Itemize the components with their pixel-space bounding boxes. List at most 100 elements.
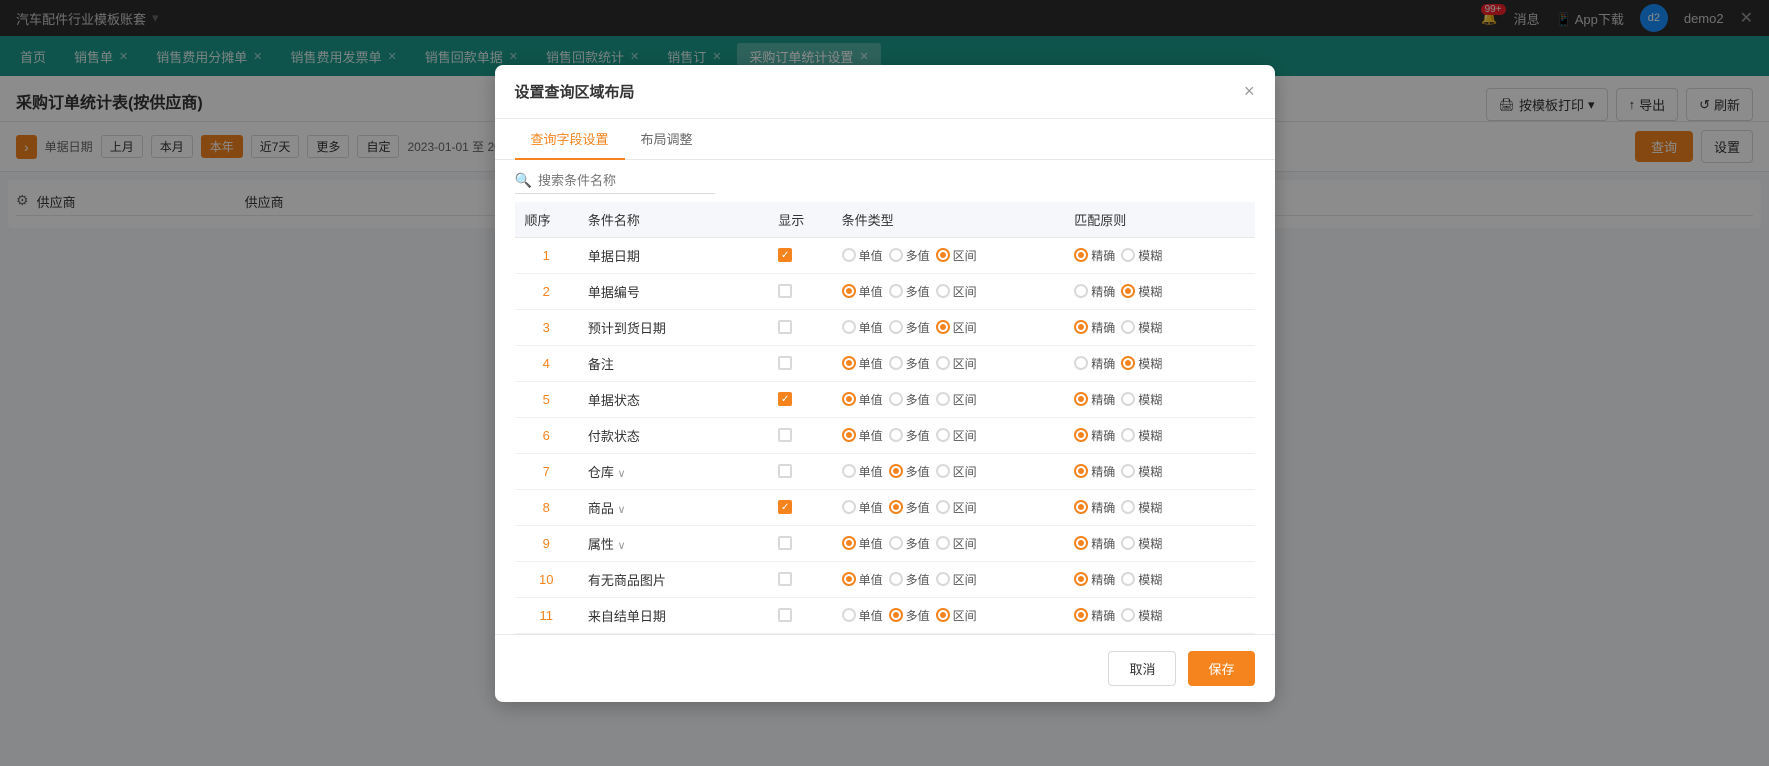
- radio-multi[interactable]: [889, 284, 903, 298]
- radio-multi[interactable]: [889, 320, 903, 334]
- dialog-tab-layout[interactable]: 布局调整: [625, 119, 709, 160]
- radio-range[interactable]: [936, 428, 950, 442]
- radio-match-fuzzy[interactable]: [1121, 608, 1135, 622]
- radio-range[interactable]: [936, 608, 950, 622]
- dialog-tab-fields[interactable]: 查询字段设置: [515, 119, 625, 160]
- cell-type: 单值多值区间: [832, 453, 1065, 489]
- radio-multi[interactable]: [889, 428, 903, 442]
- radio-match-fuzzy[interactable]: [1121, 284, 1135, 298]
- cell-order: 5: [515, 381, 578, 417]
- radio-range[interactable]: [936, 284, 950, 298]
- cell-match: 精确模糊: [1064, 273, 1254, 309]
- radio-multi[interactable]: [889, 572, 903, 586]
- radio-range[interactable]: [936, 572, 950, 586]
- cell-type: 单值多值区间: [832, 597, 1065, 633]
- radio-single[interactable]: [842, 248, 856, 262]
- radio-range[interactable]: [936, 392, 950, 406]
- display-checkbox[interactable]: [778, 464, 792, 478]
- table-row: 5单据状态✓单值多值区间精确模糊: [515, 381, 1255, 417]
- radio-multi[interactable]: [889, 392, 903, 406]
- radio-single[interactable]: [842, 464, 856, 478]
- radio-match-precise[interactable]: [1074, 500, 1088, 514]
- display-checkbox[interactable]: ✓: [778, 500, 792, 514]
- save-btn[interactable]: 保存: [1188, 651, 1254, 686]
- cell-name: 单据编号: [578, 273, 768, 309]
- cell-name: 单据日期: [578, 237, 768, 273]
- radio-range[interactable]: [936, 356, 950, 370]
- radio-match-fuzzy[interactable]: [1121, 248, 1135, 262]
- dialog-table-wrap: 顺序 条件名称 显示 条件类型 匹配原则 1单据日期✓单值多值区间精确模糊2单据…: [495, 202, 1275, 634]
- radio-match-precise[interactable]: [1074, 356, 1088, 370]
- radio-single[interactable]: [842, 500, 856, 514]
- cell-match: 精确模糊: [1064, 453, 1254, 489]
- cell-type: 单值多值区间: [832, 381, 1065, 417]
- cell-type: 单值多值区间: [832, 489, 1065, 525]
- radio-match-fuzzy[interactable]: [1121, 464, 1135, 478]
- display-checkbox[interactable]: [778, 284, 792, 298]
- radio-match-precise[interactable]: [1074, 572, 1088, 586]
- radio-single[interactable]: [842, 392, 856, 406]
- display-checkbox[interactable]: ✓: [778, 248, 792, 262]
- radio-match-fuzzy[interactable]: [1121, 500, 1135, 514]
- table-row: 11来自结单日期单值多值区间精确模糊: [515, 597, 1255, 633]
- expand-icon[interactable]: ∨: [618, 468, 626, 480]
- display-checkbox[interactable]: [778, 428, 792, 442]
- radio-match-fuzzy[interactable]: [1121, 572, 1135, 586]
- radio-multi[interactable]: [889, 500, 903, 514]
- radio-multi[interactable]: [889, 248, 903, 262]
- radio-match-fuzzy[interactable]: [1121, 536, 1135, 550]
- radio-match-precise[interactable]: [1074, 464, 1088, 478]
- display-checkbox[interactable]: ✓: [778, 392, 792, 406]
- display-checkbox[interactable]: [778, 536, 792, 550]
- cell-display: [768, 597, 831, 633]
- table-row: 7仓库 ∨单值多值区间精确模糊: [515, 453, 1255, 489]
- radio-single[interactable]: [842, 356, 856, 370]
- radio-range[interactable]: [936, 536, 950, 550]
- expand-icon[interactable]: ∨: [618, 540, 626, 552]
- cell-display: ✓: [768, 237, 831, 273]
- radio-single[interactable]: [842, 428, 856, 442]
- cell-type: 单值多值区间: [832, 561, 1065, 597]
- table-row: 2单据编号单值多值区间精确模糊: [515, 273, 1255, 309]
- search-input[interactable]: [538, 173, 715, 188]
- radio-match-precise[interactable]: [1074, 428, 1088, 442]
- dialog-search: 🔍: [495, 160, 1275, 202]
- radio-match-fuzzy[interactable]: [1121, 392, 1135, 406]
- radio-multi[interactable]: [889, 608, 903, 622]
- radio-multi[interactable]: [889, 536, 903, 550]
- radio-single[interactable]: [842, 572, 856, 586]
- radio-range[interactable]: [936, 464, 950, 478]
- radio-single[interactable]: [842, 536, 856, 550]
- radio-match-fuzzy[interactable]: [1121, 320, 1135, 334]
- cell-match: 精确模糊: [1064, 561, 1254, 597]
- radio-match-fuzzy[interactable]: [1121, 356, 1135, 370]
- cell-match: 精确模糊: [1064, 597, 1254, 633]
- radio-match-precise[interactable]: [1074, 248, 1088, 262]
- table-row: 10有无商品图片单值多值区间精确模糊: [515, 561, 1255, 597]
- radio-match-precise[interactable]: [1074, 284, 1088, 298]
- radio-single[interactable]: [842, 320, 856, 334]
- cell-name: 仓库 ∨: [578, 453, 768, 489]
- cancel-btn[interactable]: 取消: [1108, 651, 1176, 686]
- radio-single[interactable]: [842, 608, 856, 622]
- radio-single[interactable]: [842, 284, 856, 298]
- radio-match-precise[interactable]: [1074, 392, 1088, 406]
- cell-match: 精确模糊: [1064, 237, 1254, 273]
- radio-match-precise[interactable]: [1074, 536, 1088, 550]
- display-checkbox[interactable]: [778, 356, 792, 370]
- display-checkbox[interactable]: [778, 608, 792, 622]
- cell-display: [768, 453, 831, 489]
- expand-icon[interactable]: ∨: [618, 504, 626, 516]
- radio-range[interactable]: [936, 500, 950, 514]
- radio-range[interactable]: [936, 248, 950, 262]
- display-checkbox[interactable]: [778, 572, 792, 586]
- radio-multi[interactable]: [889, 356, 903, 370]
- radio-multi[interactable]: [889, 464, 903, 478]
- radio-match-precise[interactable]: [1074, 608, 1088, 622]
- cell-order: 4: [515, 345, 578, 381]
- display-checkbox[interactable]: [778, 320, 792, 334]
- radio-match-fuzzy[interactable]: [1121, 428, 1135, 442]
- dialog-close-btn[interactable]: ×: [1244, 82, 1255, 100]
- radio-match-precise[interactable]: [1074, 320, 1088, 334]
- radio-range[interactable]: [936, 320, 950, 334]
